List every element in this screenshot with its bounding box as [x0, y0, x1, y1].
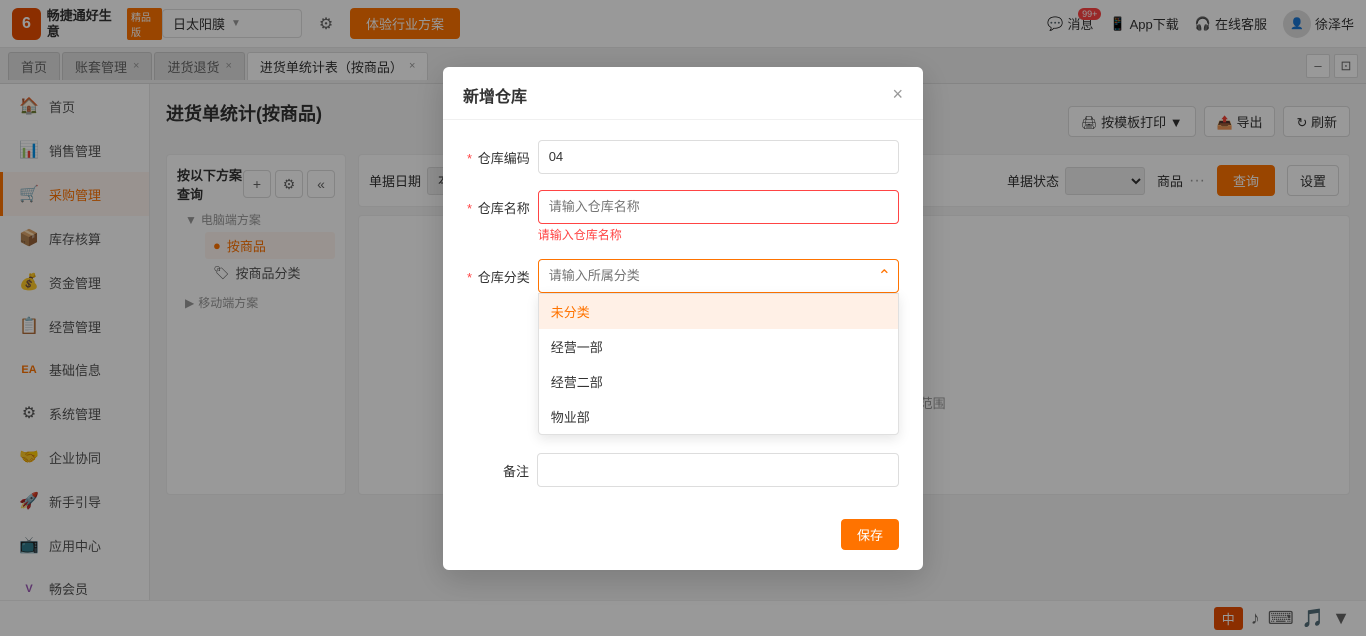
dropdown-option-dept2[interactable]: 经营二部: [539, 364, 898, 399]
name-field: 请输入仓库名称: [538, 190, 899, 243]
note-input[interactable]: [537, 453, 899, 487]
name-form-row: * 仓库名称 请输入仓库名称: [467, 190, 899, 243]
dropdown-option-property[interactable]: 物业部: [539, 399, 898, 434]
modal-overlay: 新增仓库 × * 仓库编码 * 仓库名称: [0, 0, 1366, 636]
category-field: ⌃ 未分类 经营一部 经营二部 物业部: [538, 259, 899, 293]
note-form-row: 备注: [467, 453, 899, 487]
dropdown-option-dept1[interactable]: 经营一部: [539, 329, 898, 364]
category-dropdown: 未分类 经营一部 经营二部 物业部: [538, 293, 899, 435]
category-required-mark: *: [467, 270, 472, 285]
code-label: * 仓库编码: [467, 140, 538, 167]
dialog-close-button[interactable]: ×: [892, 84, 903, 105]
dialog-title: 新增仓库: [463, 83, 527, 107]
note-field: [537, 453, 899, 487]
name-error-msg: 请输入仓库名称: [538, 226, 899, 243]
dialog-footer: 保存: [443, 519, 923, 550]
add-warehouse-dialog: 新增仓库 × * 仓库编码 * 仓库名称: [443, 67, 923, 570]
category-toggle-icon[interactable]: ⌃: [878, 266, 891, 286]
name-required-mark: *: [467, 201, 472, 216]
dropdown-option-unclassified-label: 未分类: [551, 305, 590, 320]
category-label: * 仓库分类: [467, 259, 538, 286]
code-field: [538, 140, 899, 174]
name-label: * 仓库名称: [467, 190, 538, 217]
dialog-body: * 仓库编码 * 仓库名称 请输入仓库名称: [443, 120, 923, 511]
dropdown-option-unclassified[interactable]: 未分类: [539, 294, 898, 329]
code-form-row: * 仓库编码: [467, 140, 899, 174]
dropdown-option-property-label: 物业部: [551, 410, 590, 425]
code-required-mark: *: [467, 151, 472, 166]
save-button[interactable]: 保存: [841, 519, 899, 550]
name-input[interactable]: [538, 190, 899, 224]
dropdown-option-dept1-label: 经营一部: [551, 340, 603, 355]
dropdown-option-dept2-label: 经营二部: [551, 375, 603, 390]
code-input[interactable]: [538, 140, 899, 174]
note-label: 备注: [467, 453, 537, 480]
dialog-header: 新增仓库 ×: [443, 67, 923, 120]
category-input[interactable]: [538, 259, 899, 293]
category-form-row: * 仓库分类 ⌃ 未分类 经营一部 经营二部: [467, 259, 899, 293]
